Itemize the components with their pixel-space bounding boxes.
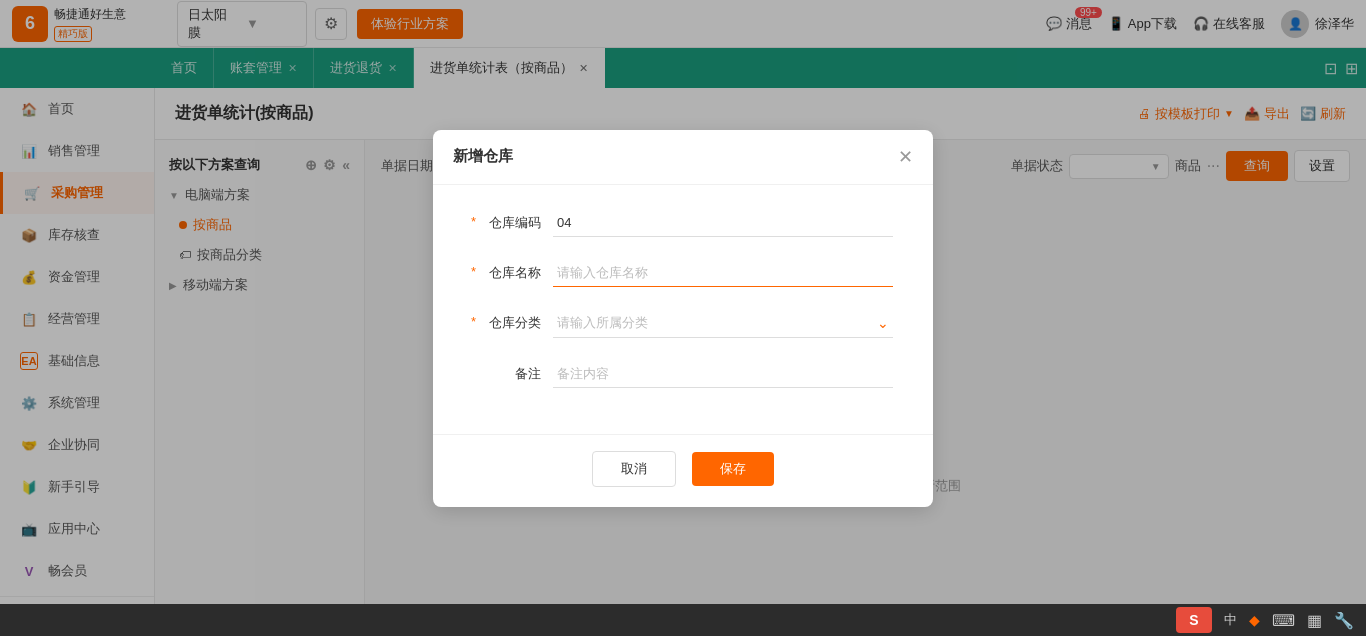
dialog-body: 仓库编码 仓库名称 仓库分类 ⌄ 备注 (433, 185, 933, 434)
form-row-name: 仓库名称 (473, 259, 893, 287)
code-label: 仓库编码 (473, 214, 553, 232)
remark-input[interactable] (553, 360, 893, 388)
dialog-header: 新增仓库 ✕ (433, 130, 933, 185)
name-label: 仓库名称 (473, 264, 553, 282)
code-input[interactable] (553, 209, 893, 237)
category-dropdown-arrow[interactable]: ⌄ (877, 315, 889, 331)
bottom-tools-icon[interactable]: 🔧 (1334, 611, 1354, 630)
name-input[interactable] (553, 259, 893, 287)
bottom-zhong-label: 中 (1224, 611, 1237, 629)
category-select-row: ⌄ (553, 309, 893, 338)
form-row-remark: 备注 (473, 360, 893, 388)
dialog-close-button[interactable]: ✕ (898, 146, 913, 168)
dialog-overlay[interactable]: 新增仓库 ✕ 仓库编码 仓库名称 仓库分类 ⌄ (0, 0, 1366, 636)
s-brand-icon: S (1176, 607, 1212, 633)
category-input[interactable] (557, 315, 877, 330)
bottom-bar: S 中 ◆ ⌨ ▦ 🔧 (0, 604, 1366, 636)
bottom-grid-icon[interactable]: ▦ (1307, 611, 1322, 630)
cancel-button[interactable]: 取消 (592, 451, 676, 487)
bottom-keyboard-icon[interactable]: ⌨ (1272, 611, 1295, 630)
save-button[interactable]: 保存 (692, 452, 774, 486)
dialog-title: 新增仓库 (453, 147, 513, 166)
category-label: 仓库分类 (473, 314, 553, 332)
dialog-footer: 取消 保存 (433, 434, 933, 507)
add-warehouse-dialog: 新增仓库 ✕ 仓库编码 仓库名称 仓库分类 ⌄ (433, 130, 933, 507)
form-row-code: 仓库编码 (473, 209, 893, 237)
form-row-category: 仓库分类 ⌄ (473, 309, 893, 338)
bottom-dot-icon: ◆ (1249, 612, 1260, 628)
remark-label: 备注 (473, 365, 553, 383)
